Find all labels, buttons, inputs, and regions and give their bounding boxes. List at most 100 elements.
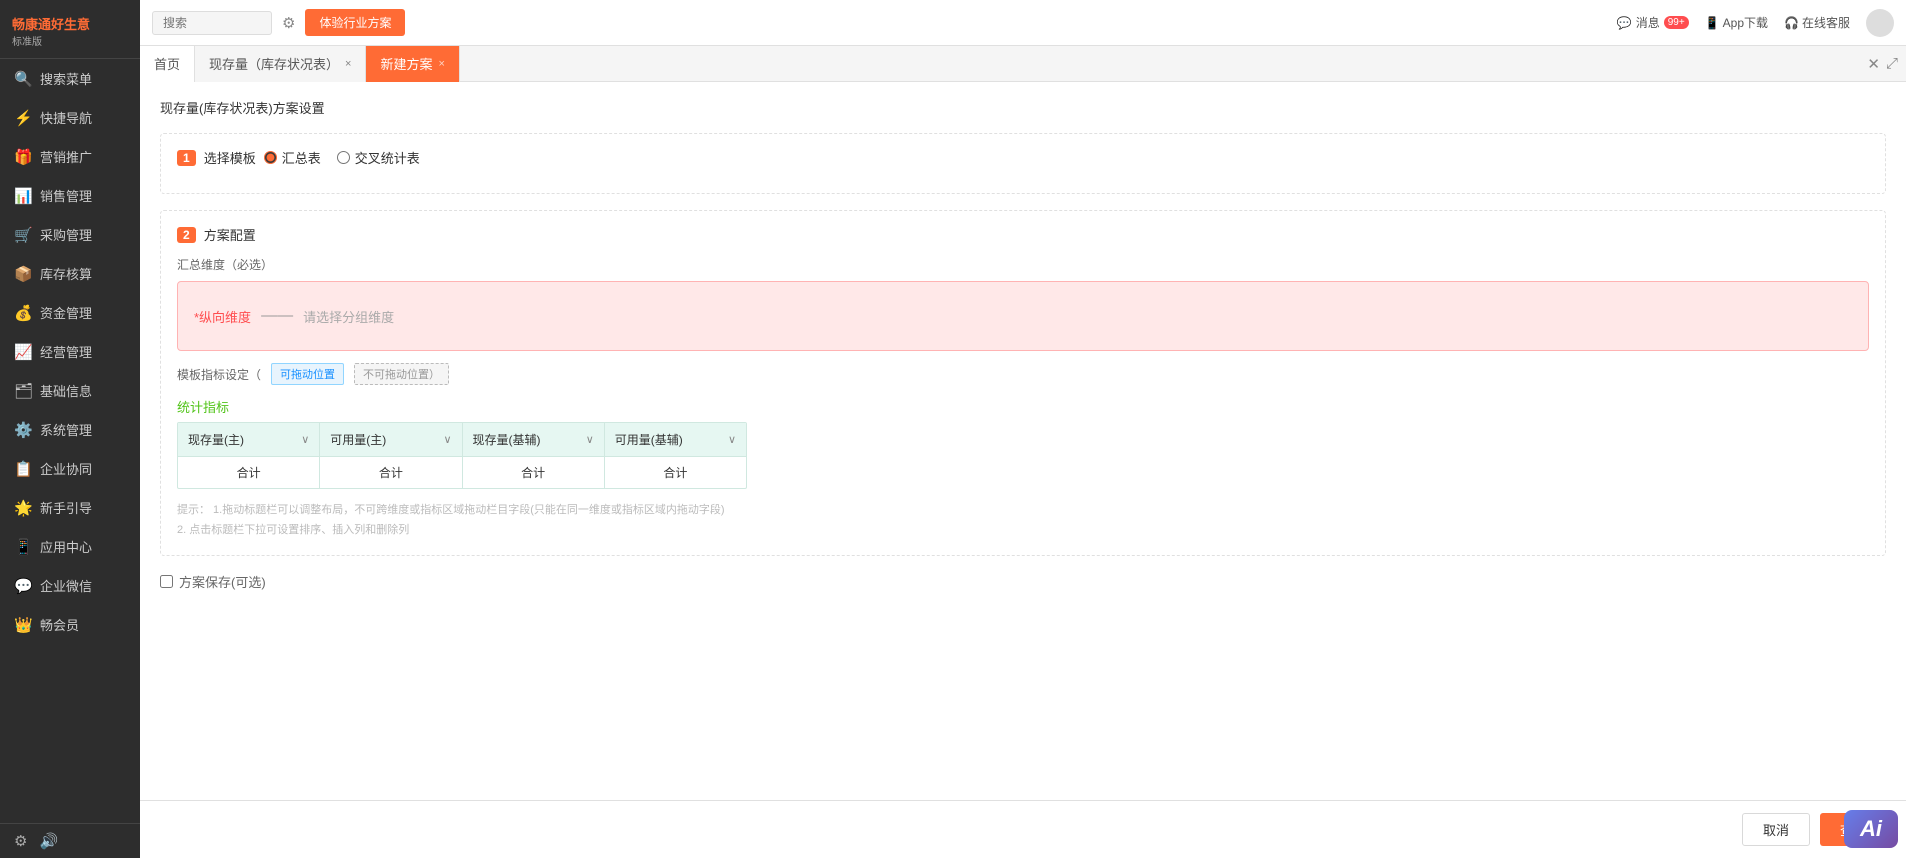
stats-table-row-0: 合计 合计 合计 合计 — [178, 456, 746, 488]
tab-new-plan-close[interactable]: × — [438, 58, 444, 70]
sidebar-item-search[interactable]: 🔍搜索菜单 — [0, 59, 140, 98]
settings-icon[interactable]: ⚙ — [14, 832, 27, 850]
expand-icon[interactable]: ⤢ — [1886, 55, 1898, 72]
sidebar-item-quick-nav[interactable]: ⚡ 快捷导航 — [0, 98, 140, 137]
col-header-label-3: 可用量(基辅) — [615, 431, 683, 448]
tab-inventory-close[interactable]: × — [345, 58, 351, 70]
ai-button[interactable]: Ai — [1844, 810, 1898, 848]
content-area: 现存量(库存状况表)方案设置 1 选择模板 汇总表 交叉统计表 — [140, 82, 1906, 800]
nav-label-finance: 资金管理 — [40, 303, 92, 322]
search-input[interactable] — [152, 11, 272, 35]
nav-label-sales: 销售管理 — [40, 186, 92, 205]
sidebar-item-inventory[interactable]: 📦库存核算 — [0, 254, 140, 293]
radio-cross[interactable]: 交叉统计表 — [337, 148, 420, 167]
step1-title: 选择模板 — [204, 148, 256, 167]
cancel-button[interactable]: 取消 — [1742, 813, 1810, 846]
stats-table: 现存量(主) ∨ 可用量(主) ∨ 现存量(基辅) ∨ 可用量(基辅) ∨ — [177, 422, 747, 489]
app-subtitle: 标准版 — [12, 33, 128, 48]
tip-1: 提示： 1.拖动标题栏可以调整布局，不可跨维度或指标区域拖动栏目字段(只能在同一… — [177, 501, 1869, 521]
message-icon: 💬 — [1617, 16, 1632, 30]
sidebar-item-member[interactable]: 👑畅会员 — [0, 605, 140, 644]
step2-title: 方案配置 — [204, 225, 256, 244]
app-label: App下载 — [1723, 14, 1768, 31]
col-header-2[interactable]: 现存量(基辅) ∨ — [463, 423, 605, 456]
nav-label-system: 系统管理 — [40, 420, 92, 439]
radio-summary-input[interactable] — [264, 151, 277, 164]
col-arrow-2[interactable]: ∨ — [586, 433, 594, 446]
dimension-area[interactable]: *纵向维度 —— 请选择分组维度 — [177, 281, 1869, 351]
col-arrow-1[interactable]: ∨ — [443, 433, 451, 446]
app-download-button[interactable]: 📱 App下载 — [1705, 14, 1768, 31]
message-label: 消息 — [1636, 14, 1660, 31]
cell-0-1: 合计 — [320, 457, 462, 488]
sidebar-item-marketing[interactable]: 🎁营销推广 — [0, 137, 140, 176]
sidebar-item-purchase[interactable]: 🛒采购管理 — [0, 215, 140, 254]
nav-label-search: 搜索菜单 — [40, 69, 92, 88]
nav-icon-system: ⚙️ — [14, 421, 32, 439]
tips: 提示： 1.拖动标题栏可以调整布局，不可跨维度或指标区域拖动栏目字段(只能在同一… — [177, 501, 1869, 541]
topbar-right: 💬 消息 99+ 📱 App下载 🎧 在线客服 — [1617, 9, 1894, 37]
tip-2: 2. 点击标题栏下拉可设置排序、插入列和删除列 — [177, 521, 1869, 541]
indicator-row: 模板指标设定（ 可拖动位置 不可拖动位置） — [177, 363, 1869, 385]
sidebar-item-operations[interactable]: 📈经营管理 — [0, 332, 140, 371]
col-header-0[interactable]: 现存量(主) ∨ — [178, 423, 320, 456]
template-radio-group: 汇总表 交叉统计表 — [264, 148, 420, 167]
sidebar-item-finance[interactable]: 💰资金管理 — [0, 293, 140, 332]
tab-new-plan[interactable]: 新建方案 × — [366, 46, 459, 82]
radio-summary[interactable]: 汇总表 — [264, 148, 321, 167]
col-header-label-1: 可用量(主) — [330, 431, 386, 448]
nav-label-basic-info: 基础信息 — [40, 381, 92, 400]
nav-icon-sales: 📊 — [14, 187, 32, 205]
nodrag-indicator: 不可拖动位置） — [354, 363, 449, 385]
tab-new-plan-label: 新建方案 — [380, 54, 432, 73]
save-row: 方案保存(可选) — [160, 572, 1886, 591]
save-checkbox[interactable] — [160, 575, 173, 588]
col-arrow-0[interactable]: ∨ — [301, 433, 309, 446]
nav-icon-basic-info: 🗂 — [14, 382, 32, 400]
sidebar-item-system[interactable]: ⚙️ 系统管理 — [0, 410, 140, 449]
col-header-label-0: 现存量(主) — [188, 431, 244, 448]
dim-required-label: 汇总维度（必选） — [177, 256, 1869, 273]
nav-icon-member: 👑 — [14, 616, 32, 634]
tab-inventory-label: 现存量（库存状况表） — [209, 54, 339, 73]
trial-button[interactable]: 体验行业方案 — [305, 9, 405, 36]
col-header-3[interactable]: 可用量(基辅) ∨ — [605, 423, 746, 456]
tab-inventory[interactable]: 现存量（库存状况表） × — [195, 46, 366, 82]
col-arrow-3[interactable]: ∨ — [728, 433, 736, 446]
tabs-right: ✕ ⤢ — [1859, 55, 1906, 73]
cell-0-3: 合计 — [605, 457, 746, 488]
nav-label-quick-nav: 快捷导航 — [40, 108, 92, 127]
indicator-label: 模板指标设定（ — [177, 366, 261, 383]
radio-cross-label: 交叉统计表 — [355, 148, 420, 167]
nav-label-newbie: 新手引导 — [40, 498, 92, 517]
user-avatar[interactable] — [1866, 9, 1894, 37]
sidebar-item-app-center[interactable]: 📱应用中心 — [0, 527, 140, 566]
radio-cross-input[interactable] — [337, 151, 350, 164]
nav-icon-quick-nav: ⚡ — [14, 109, 32, 127]
bottom-bar: 取消 查询 — [140, 800, 1906, 858]
sidebar-item-wechat[interactable]: 💬企业微信 — [0, 566, 140, 605]
main-content: ⚙ 体验行业方案 💬 消息 99+ 📱 App下载 🎧 在线客服 首页 现存量（… — [140, 0, 1906, 858]
service-button[interactable]: 🎧 在线客服 — [1784, 14, 1850, 31]
sidebar-item-newbie[interactable]: 🌟 新手引导 — [0, 488, 140, 527]
message-button[interactable]: 💬 消息 99+ — [1617, 14, 1689, 31]
section-choose-template: 1 选择模板 汇总表 交叉统计表 — [160, 133, 1886, 194]
col-header-1[interactable]: 可用量(主) ∨ — [320, 423, 462, 456]
nav-icon-newbie: 🌟 — [14, 499, 32, 517]
dim-placeholder: 请选择分组维度 — [303, 307, 394, 326]
phone-icon: 📱 — [1705, 16, 1720, 30]
close-icon[interactable]: ✕ — [1867, 55, 1880, 73]
sidebar-item-basic-info[interactable]: 🗂 基础信息 — [0, 371, 140, 410]
draggable-indicator: 可拖动位置 — [271, 363, 344, 385]
sidebar-item-sales[interactable]: 📊 销售管理 — [0, 176, 140, 215]
sidebar-item-contract[interactable]: 📋企业协同 — [0, 449, 140, 488]
section-plan-config: 2 方案配置 汇总维度（必选） *纵向维度 —— 请选择分组维度 模板指标设定（… — [160, 210, 1886, 556]
speaker-icon[interactable]: 🔊 — [39, 832, 58, 850]
nav-icon-wechat: 💬 — [14, 577, 32, 595]
service-label: 在线客服 — [1802, 14, 1850, 31]
sidebar: 畅康通好生意 标准版 🔍搜索菜单⚡快捷导航🎁营销推广📊销售管理🛒采购管理📦库存核… — [0, 0, 140, 858]
nav-icon-app-center: 📱 — [14, 538, 32, 556]
page-title: 现存量(库存状况表)方案设置 — [160, 98, 1886, 117]
tab-home[interactable]: 首页 — [140, 46, 195, 82]
gear-icon[interactable]: ⚙ — [282, 14, 295, 32]
